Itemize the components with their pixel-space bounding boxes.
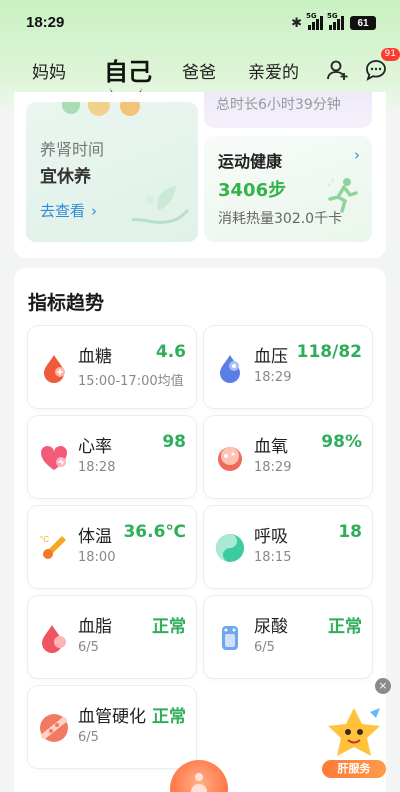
kidney-view-label: 去查看 [40,202,86,220]
breath-icon [216,534,244,562]
chevron-right-icon: › [354,146,360,164]
sleep-summary[interactable]: 总时长6小时39分钟 [204,92,372,128]
metric-value: 98% [321,432,362,452]
metric-time: 18:29 [254,460,292,475]
metric-name: 呼吸 [254,527,288,547]
vessel-icon [40,714,68,742]
family-tabs: 妈妈 自己 爸爸 亲爱的 91 [0,48,400,96]
metric-value: 36.6℃ [123,522,186,542]
runner-icon [327,178,358,213]
sleep-duration: 总时长6小时39分钟 [216,97,341,113]
blood-drop-icon [44,355,65,383]
metric-card-blood-lipid[interactable]: 血脂 正常 6/5 [28,596,196,678]
metric-card-blood-pressure[interactable]: 血压 118/82 18:29 [204,326,372,408]
metric-card-temperature[interactable]: °C 体温 36.6℃ 18:00 [28,506,196,588]
health-summary-card: 养肾时间 宜休养 去查看 › 总时长6小时39分钟 运动健康 › 3406步 消耗… [14,92,386,258]
metric-name: 心率 [78,437,112,457]
heart-icon [40,445,68,470]
chevron-right-icon: › [91,202,98,220]
message-icon [366,60,386,81]
liver-service-label: 肝服务 [322,760,386,778]
tab-dad[interactable]: 爸爸 [182,58,216,83]
blood-oxygen-icon [218,447,242,471]
sim1-label: 5G [306,12,317,20]
close-float-button[interactable]: × [375,678,391,694]
metric-name: 血脂 [78,617,112,637]
message-badge: 91 [380,48,400,61]
metric-time: 6/5 [254,640,275,655]
metric-time: 18:28 [78,460,116,475]
metric-name: 血糖 [78,347,112,367]
metric-value: 118/82 [296,342,362,362]
metric-value: 正常 [152,617,186,637]
signal-icon-2: 5G [327,12,344,30]
add-member-icon[interactable] [326,58,350,82]
metric-card-blood-oxygen[interactable]: 血氧 98% 18:29 [204,416,372,498]
status-icons: ✱ 5G 5G 61 [291,12,376,32]
metric-name: 尿酸 [254,617,288,637]
svg-text:°C: °C [40,535,49,544]
thermometer-icon: °C [40,535,66,559]
person-icon [191,773,207,792]
metric-card-blood-sugar[interactable]: 血糖 4.6 15:00-17:00均值 [28,326,196,408]
decor-dot [88,102,110,116]
trend-title: 指标趋势 [28,292,105,314]
signal-icon: 5G [306,12,323,30]
metric-name: 体温 [78,527,112,547]
sim2-label: 5G [327,12,338,20]
tab-self[interactable]: 自己 [104,52,152,96]
kidney-title: 养肾时间 [40,140,105,159]
sport-health-tile[interactable]: 运动健康 › 3406步 消耗热量302.0千卡 [204,136,372,242]
metric-value: 98 [162,432,186,452]
metric-name: 血压 [254,347,288,367]
message-button[interactable]: 91 [364,48,400,82]
kidney-subtitle: 宜休养 [40,167,91,187]
kidney-view-link[interactable]: 去查看 › [40,200,97,221]
blood-pressure-icon [220,355,240,383]
metric-card-arteriosclerosis[interactable]: 血管硬化 正常 6/5 [28,686,196,768]
metric-card-uric-acid[interactable]: 尿酸 正常 6/5 [204,596,372,678]
tab-self-label: 自己 [104,58,152,86]
uric-acid-icon [222,626,238,650]
metric-time: 18:29 [254,370,292,385]
metric-name: 血氧 [254,437,288,457]
metric-value: 正常 [328,617,362,637]
metric-time: 18:00 [78,550,116,565]
metric-value: 4.6 [155,342,186,362]
decor-dot [62,102,80,114]
blood-lipid-icon [42,625,66,653]
kidney-care-tile[interactable]: 养肾时间 宜休养 去查看 › [26,102,198,242]
metric-time: 18:15 [254,550,292,565]
mascot-icon [328,708,380,756]
status-bar: 18:29 ✱ 5G 5G 61 [0,0,400,44]
metric-time: 15:00-17:00均值 [78,374,184,389]
metric-time: 6/5 [78,730,99,745]
decor-dot [120,102,140,116]
sport-steps: 3406步 [218,180,287,201]
hand-leaf-icon [131,186,190,224]
metric-card-heart-rate[interactable]: 心率 98 18:28 [28,416,196,498]
metric-card-respiration[interactable]: 呼吸 18 18:15 [204,506,372,588]
sport-title: 运动健康 [218,152,283,171]
battery-icon: 61 [350,16,376,30]
tab-dear[interactable]: 亲爱的 [248,58,299,83]
metric-time: 6/5 [78,640,99,655]
liver-service-float[interactable]: 肝服务 [322,704,386,778]
bluetooth-icon: ✱ [291,15,302,31]
metric-value: 18 [338,522,362,542]
metric-name: 血管硬化 [78,707,146,727]
tab-mom[interactable]: 妈妈 [32,58,66,83]
status-time: 18:29 [26,14,65,31]
metric-value: 正常 [152,707,186,727]
